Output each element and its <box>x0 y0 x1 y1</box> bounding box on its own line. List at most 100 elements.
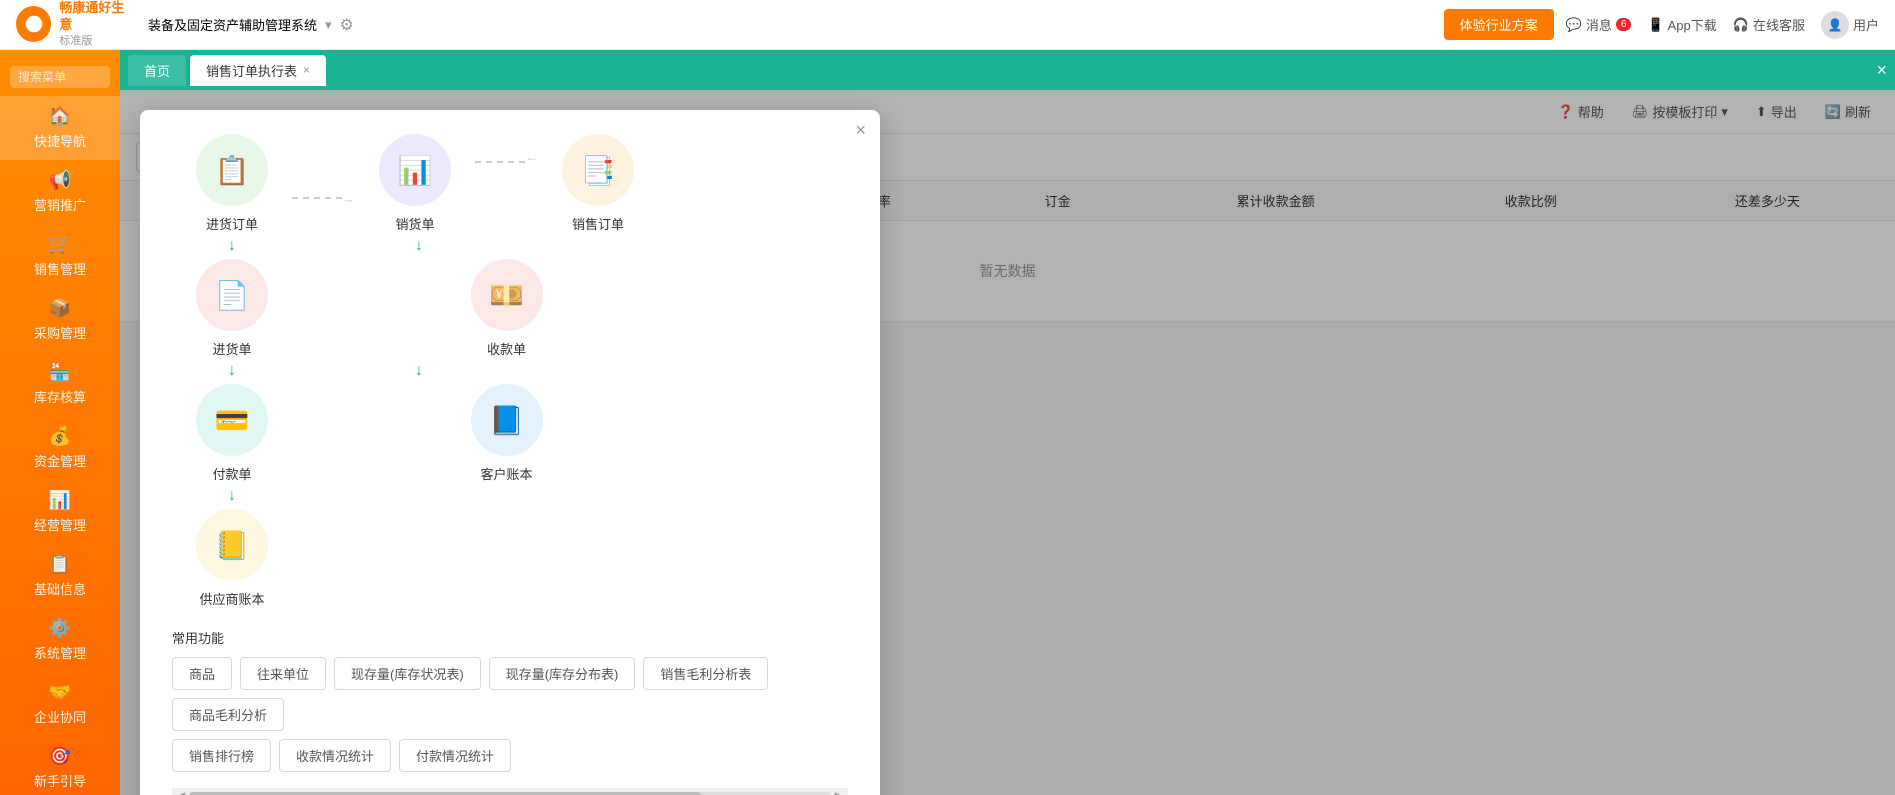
tab-home[interactable]: 首页 <box>128 55 186 86</box>
settings-gear-icon[interactable]: ⚙ <box>340 15 354 35</box>
purchase-bill-icon: 📄 <box>196 259 268 331</box>
supplier-ledger-icon: 📒 <box>196 509 268 581</box>
page-content: ❓ 帮助 🖨 按模板打印 ▾ ⬆ 导出 🔄 刷新 <box>120 90 1895 795</box>
func-btn-inventory-status[interactable]: 现存量(库存状况表) <box>334 657 481 690</box>
avatar: 👤 <box>1821 11 1849 39</box>
sidebar-item-sales[interactable]: 🛒 销售管理 <box>0 224 120 288</box>
sidebar-item-finance[interactable]: 💰 资金管理 <box>0 416 120 480</box>
arrow-down-2: ↓ <box>228 362 236 380</box>
window-close-icon[interactable]: × <box>1876 60 1887 81</box>
common-functions: 常用功能 商品 往来单位 现存量(库存状况表) 现存量(库存分布表) 销售毛利分… <box>172 628 848 772</box>
arrow-down-3: ↓ <box>228 487 236 505</box>
search-input[interactable] <box>10 66 110 88</box>
flow-node-supplier-ledger[interactable]: 📒 供应商账本 <box>172 509 292 608</box>
sidebar-item-basic[interactable]: 📋 基础信息 <box>0 544 120 608</box>
receipt-bill-icon: 💴 <box>471 259 543 331</box>
func-btn-receipt-stats[interactable]: 收款情况统计 <box>279 739 391 772</box>
header-right: 💬 消息 6 📱 App下载 🎧 在线客服 👤 用户 <box>1566 11 1879 39</box>
customer-ledger-icon: 📘 <box>471 384 543 456</box>
enterprise-icon: 🤝 <box>49 682 71 703</box>
app-download-item[interactable]: 📱 App下载 <box>1647 15 1716 34</box>
system-name-text: 装备及固定资产辅助管理系统 <box>148 15 317 34</box>
sidebar-item-enterprise[interactable]: 🤝 企业协同 <box>0 672 120 736</box>
sidebar-item-operations[interactable]: 📊 经营管理 <box>0 480 120 544</box>
sales-icon: 🛒 <box>49 234 71 255</box>
tab-close-icon[interactable]: × <box>303 63 310 77</box>
popup-dialog: × 📋 进货订单 <box>140 110 880 795</box>
sidebar-item-marketing[interactable]: 📢 营销推广 <box>0 160 120 224</box>
user-item[interactable]: 👤 用户 <box>1821 11 1879 39</box>
arrow-down-4-wrap: ↓ <box>355 233 658 259</box>
newbie-icon: 🎯 <box>49 746 71 767</box>
flow-node-sales-order[interactable]: 📑 销售订单 <box>538 134 658 233</box>
payment-bill-icon: 💳 <box>196 384 268 456</box>
online-service-item[interactable]: 🎧 在线客服 <box>1733 15 1805 34</box>
sales-bill-icon: 📊 <box>379 134 451 206</box>
left-flow-col: 📋 进货订单 ↓ 📄 进货单 <box>172 134 292 608</box>
flow-node-purchase-bill[interactable]: 📄 进货单 <box>172 259 292 358</box>
sidebar-item-system[interactable]: ⚙️ 系统管理 <box>0 608 120 672</box>
scroll-left-arrow[interactable]: ◀ <box>176 789 185 795</box>
sidebar-search-area <box>0 58 120 96</box>
logo-area: 畅康通好生意 标准版 <box>16 0 136 48</box>
func-buttons-row2: 销售排行榜 收款情况统计 付款情况统计 <box>172 739 848 772</box>
right-flow-col: 📊 销货单 → <box>355 134 658 483</box>
scroll-bar: ◀ ▶ <box>172 788 848 795</box>
operations-icon: 📊 <box>49 490 71 511</box>
sidebar-item-newbie[interactable]: 🎯 新手引导 <box>0 736 120 795</box>
func-buttons-row1: 商品 往来单位 现存量(库存状况表) 现存量(库存分布表) 销售毛利分析表 商品… <box>172 657 848 731</box>
h-arrow-purchase-order: → <box>292 162 355 234</box>
sidebar-item-quick-nav[interactable]: 🏠 快捷导航 <box>0 96 120 160</box>
marketing-icon: 📢 <box>49 170 71 191</box>
h-arrows-col: → <box>292 134 355 546</box>
sales-order-icon: 📑 <box>562 134 634 206</box>
app-download-icon: 📱 <box>1647 17 1663 33</box>
system-icon: ⚙️ <box>49 618 71 639</box>
common-func-title: 常用功能 <box>172 628 848 647</box>
trial-button[interactable]: 体验行业方案 <box>1444 9 1554 40</box>
message-icon: 💬 <box>1566 17 1582 33</box>
flow-node-purchase-order[interactable]: 📋 进货订单 <box>172 134 292 233</box>
content-area: 首页 销售订单执行表 × × ❓ 帮助 🖨 按 <box>120 50 1895 795</box>
system-name: 装备及固定资产辅助管理系统 ▾ ⚙ <box>148 15 1432 35</box>
tab-sales-orders[interactable]: 销售订单执行表 × <box>190 55 326 86</box>
flow-node-receipt-bill[interactable]: 💴 收款单 <box>447 259 567 358</box>
finance-icon: 💰 <box>49 426 71 447</box>
h-dashed-arrow: → <box>475 134 538 169</box>
arrow-down-1: ↓ <box>228 237 236 255</box>
func-btn-sales-profit[interactable]: 销售毛利分析表 <box>643 657 768 690</box>
sidebar-item-purchase[interactable]: 📦 采购管理 <box>0 288 120 352</box>
popup-close-button[interactable]: × <box>855 120 866 141</box>
home-icon: 🏠 <box>49 106 71 127</box>
tab-bar: 首页 销售订单执行表 × × <box>120 50 1895 90</box>
sidebar-item-inventory[interactable]: 🏪 库存核算 <box>0 352 120 416</box>
func-btn-payment-stats[interactable]: 付款情况统计 <box>399 739 511 772</box>
logo-text: 畅康通好生意 标准版 <box>59 0 136 48</box>
purchase-order-icon: 📋 <box>196 134 268 206</box>
arrow-down-5-wrap: ↓ <box>355 358 658 384</box>
headset-icon: 🎧 <box>1733 17 1749 33</box>
logo-icon <box>16 6 51 42</box>
arrow-down-5: ↓ <box>415 362 423 380</box>
func-btn-inventory-dist[interactable]: 现存量(库存分布表) <box>489 657 636 690</box>
sidebar: 🏠 快捷导航 📢 营销推广 🛒 销售管理 📦 采购管理 🏪 库存核算 💰 <box>0 50 120 795</box>
flow-node-payment-bill[interactable]: 💳 付款单 <box>172 384 292 483</box>
scroll-right-arrow[interactable]: ▶ <box>835 789 844 795</box>
popup-body: 📋 进货订单 ↓ 📄 进货单 <box>140 110 880 795</box>
message-item[interactable]: 💬 消息 6 <box>1566 15 1632 34</box>
system-dropdown-icon[interactable]: ▾ <box>325 17 332 33</box>
purchase-icon: 📦 <box>49 298 71 319</box>
func-btn-product[interactable]: 商品 <box>172 657 232 690</box>
flow-node-sales-bill[interactable]: 📊 销货单 <box>355 134 475 233</box>
overlay[interactable]: × 📋 进货订单 <box>120 90 1895 795</box>
right-top-row: 📊 销货单 → <box>355 134 658 233</box>
message-badge: 6 <box>1616 18 1632 31</box>
basic-icon: 📋 <box>49 554 71 575</box>
func-btn-contacts[interactable]: 往来单位 <box>240 657 326 690</box>
flow-diagram: 📋 进货订单 ↓ 📄 进货单 <box>172 134 848 608</box>
arrow-down-4: ↓ <box>415 237 423 255</box>
func-btn-sales-ranking[interactable]: 销售排行榜 <box>172 739 271 772</box>
inventory-icon: 🏪 <box>49 362 71 383</box>
func-btn-product-profit[interactable]: 商品毛利分析 <box>172 698 284 731</box>
flow-node-customer-ledger[interactable]: 📘 客户账本 <box>447 384 567 483</box>
